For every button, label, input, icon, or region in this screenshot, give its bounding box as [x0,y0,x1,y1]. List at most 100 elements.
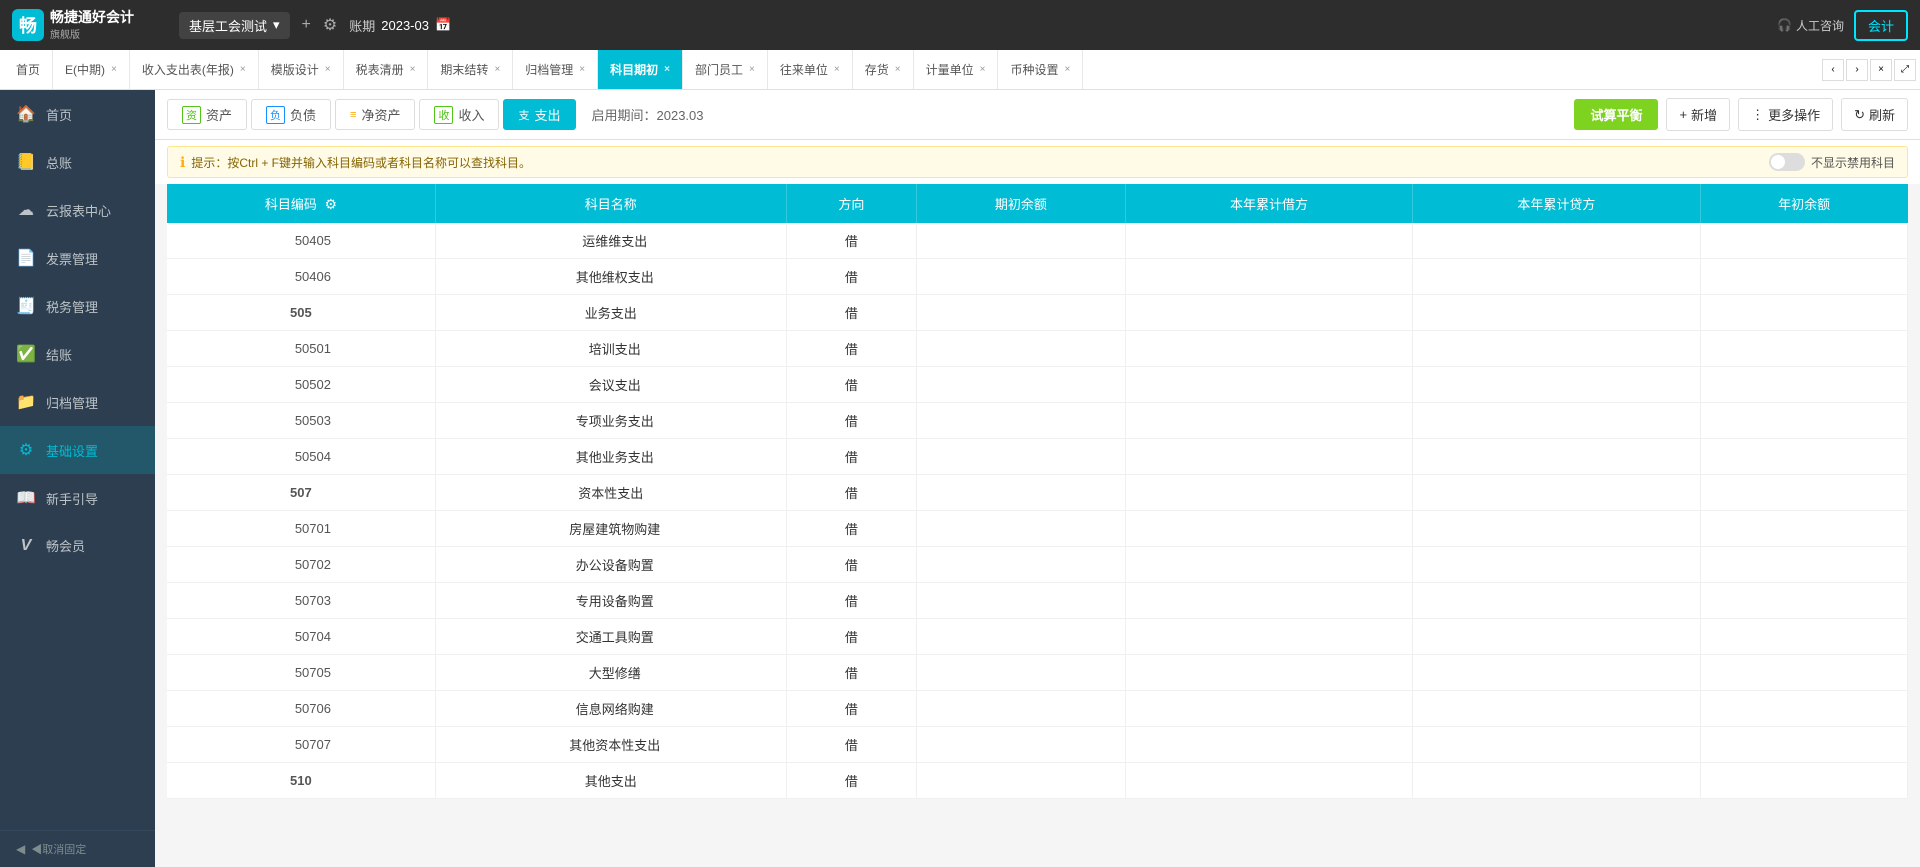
sidebar-item-guide[interactable]: 📖 新手引导 [0,474,155,522]
table-row[interactable]: 50707 其他资本性支出 借 [167,727,1908,763]
table-row[interactable]: 50501 培训支出 借 [167,331,1908,367]
sidebar-item-archive[interactable]: 📁 归档管理 [0,378,155,426]
cell-ytd-credit [1413,655,1700,691]
tab-midterm[interactable]: E(中期) × [53,50,130,90]
table-container: 科目编码 ⚙ 科目名称 方向 期初余额 本年累计借方 本年累计贷方 年初余额 5… [155,184,1920,867]
tab-prev-button[interactable]: ‹ [1822,59,1844,81]
tab-home[interactable]: 首页 [4,50,53,90]
table-row[interactable]: 50703 专用设备购置 借 [167,583,1908,619]
sidebar-item-settings[interactable]: ⚙ 基础设置 [0,426,155,474]
table-row[interactable]: 50406 其他维权支出 借 [167,259,1908,295]
tab-close-icon[interactable]: × [111,64,117,75]
sidebar-collapse[interactable]: ◀ ◀取消固定 [0,830,155,867]
main-layout: 🏠 首页 📒 总账 ☁ 云报表中心 📄 发票管理 🧾 税务管理 ✅ 结账 📁 归… [0,90,1920,867]
sub-tab-equity[interactable]: ≡ 净资产 [335,99,415,130]
sidebar-item-close[interactable]: ✅ 结账 [0,330,155,378]
tab-inventory[interactable]: 存货 × [853,50,914,90]
table-row[interactable]: 50704 交通工具购置 借 [167,619,1908,655]
sub-tab-liabilities[interactable]: 负 负债 [251,99,331,130]
company-selector[interactable]: 基层工会测试 ▾ [179,12,290,39]
table-row[interactable]: 50405 运维维支出 借 [167,223,1908,259]
sidebar-item-tax[interactable]: 🧾 税务管理 [0,282,155,330]
close-icon: ✅ [16,344,36,364]
add-icon[interactable]: + [302,16,311,34]
col-settings-icon[interactable]: ⚙ [324,196,337,212]
calendar-icon[interactable]: 📅 [435,17,451,33]
tab-currency[interactable]: 币种设置 × [998,50,1083,90]
col-ytd-credit: 本年累计贷方 [1413,184,1700,223]
help-button[interactable]: 🎧 人工咨询 [1777,17,1844,34]
tab-close-icon[interactable]: × [1064,64,1070,75]
table-row[interactable]: 510 其他支出 借 [167,763,1908,799]
cell-code: 50701 [167,511,435,547]
more-operations-button[interactable]: ⋮ 更多操作 [1738,98,1833,131]
table-row[interactable]: 50705 大型修缮 借 [167,655,1908,691]
sidebar-label-settings: 基础设置 [46,441,98,460]
tab-archive[interactable]: 归档管理 × [513,50,598,90]
tab-close-icon[interactable]: × [325,64,331,75]
settings-icon[interactable]: ⚙ [323,15,337,35]
account-button[interactable]: 会计 [1854,10,1908,41]
disable-toggle[interactable] [1769,153,1805,171]
cell-ytd-credit [1413,727,1700,763]
tab-annual[interactable]: 收入支出表(年报) × [130,50,259,90]
table-row[interactable]: 50702 办公设备购置 借 [167,547,1908,583]
cell-ytd-credit [1413,547,1700,583]
tab-unit[interactable]: 计量单位 × [914,50,999,90]
refresh-button[interactable]: ↻ 刷新 [1841,98,1908,131]
sidebar-item-ledger[interactable]: 📒 总账 [0,138,155,186]
tab-close-icon[interactable]: × [494,64,500,75]
cell-opening [916,475,1125,511]
tab-subject-init[interactable]: 科目期初 × [598,50,683,90]
tab-next-button[interactable]: › [1846,59,1868,81]
toggle-area: 不显示禁用科目 [1769,153,1895,171]
tab-close-all-button[interactable]: × [1870,59,1892,81]
tab-close-icon[interactable]: × [749,64,755,75]
tab-close-icon[interactable]: × [980,64,986,75]
cell-ytd-credit [1413,475,1700,511]
tab-period-end[interactable]: 期末结转 × [428,50,513,90]
table-row[interactable]: 50701 房屋建筑物购建 借 [167,511,1908,547]
table-row[interactable]: 507 资本性支出 借 [167,475,1908,511]
cell-name: 专项业务支出 [435,403,786,439]
sub-tab-income[interactable]: 收 收入 [419,99,499,130]
tab-clients[interactable]: 往来单位 × [768,50,853,90]
table-row[interactable]: 50706 信息网络购建 借 [167,691,1908,727]
tab-close-icon[interactable]: × [579,64,585,75]
cell-opening [916,511,1125,547]
table-row[interactable]: 50503 专项业务支出 借 [167,403,1908,439]
sub-tab-assets[interactable]: 资 资产 [167,99,247,130]
table-row[interactable]: 50502 会议支出 借 [167,367,1908,403]
table-row[interactable]: 505 业务支出 借 [167,295,1908,331]
cell-year-opening [1700,547,1907,583]
cell-name: 运维维支出 [435,223,786,259]
tab-expand-button[interactable]: ⤢ [1894,59,1916,81]
cell-direction: 借 [786,295,916,331]
cell-year-opening [1700,403,1907,439]
period-info: 启用期间：2023.03 [592,105,704,124]
subjects-table: 科目编码 ⚙ 科目名称 方向 期初余额 本年累计借方 本年累计贷方 年初余额 5… [167,184,1908,799]
sidebar-item-home[interactable]: 🏠 首页 [0,90,155,138]
cell-ytd-credit [1413,511,1700,547]
sidebar-label-guide: 新手引导 [46,489,98,508]
period-value: 2023-03 [381,18,429,33]
sidebar-label-invoice: 发票管理 [46,249,98,268]
tab-close-icon[interactable]: × [410,64,416,75]
table-row[interactable]: 50504 其他业务支出 借 [167,439,1908,475]
cell-name: 其他资本性支出 [435,727,786,763]
tab-close-icon[interactable]: × [895,64,901,75]
sidebar-item-invoice[interactable]: 📄 发票管理 [0,234,155,282]
add-button[interactable]: + 新增 [1666,98,1730,131]
sub-tab-expense[interactable]: 支 支出 [503,99,575,130]
tab-close-icon[interactable]: × [664,64,670,75]
tab-tax[interactable]: 税表清册 × [344,50,429,90]
sidebar-item-member[interactable]: V 畅会员 [0,522,155,569]
collapse-icon: ◀ [16,842,25,856]
tab-dept[interactable]: 部门员工 × [683,50,768,90]
cell-opening [916,403,1125,439]
tab-template[interactable]: 模版设计 × [259,50,344,90]
sidebar-item-reports[interactable]: ☁ 云报表中心 [0,186,155,234]
tab-close-icon[interactable]: × [240,64,246,75]
tab-close-icon[interactable]: × [834,64,840,75]
calc-balance-button[interactable]: 试算平衡 [1574,99,1658,130]
